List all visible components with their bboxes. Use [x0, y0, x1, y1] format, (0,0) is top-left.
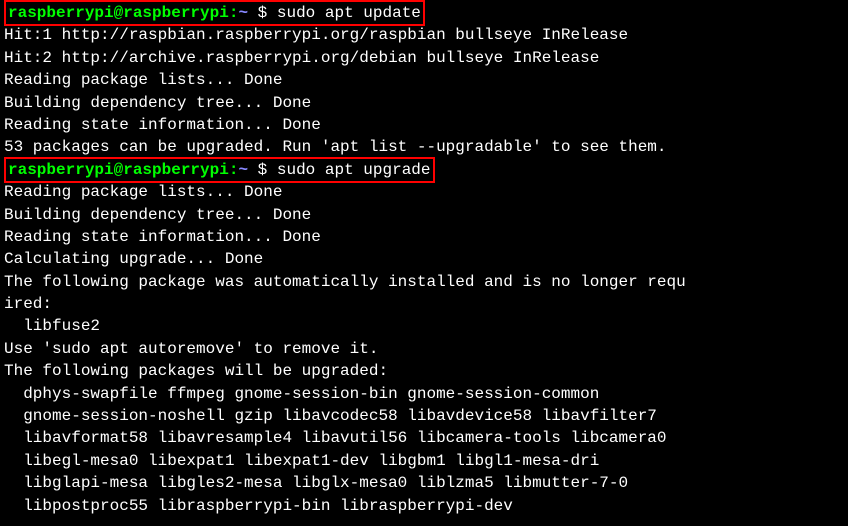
command-line-2: raspberrypi@raspberrypi:~ $ sudo apt upg…: [4, 159, 844, 181]
prompt-user: raspberrypi@raspberrypi: [8, 4, 229, 22]
output-line: Calculating upgrade... Done: [4, 248, 844, 270]
output-line: Reading package lists... Done: [4, 69, 844, 91]
output-line: Reading state information... Done: [4, 226, 844, 248]
output-line: libglapi-mesa libgles2-mesa libglx-mesa0…: [4, 472, 844, 494]
output-line: Hit:2 http://archive.raspberrypi.org/deb…: [4, 47, 844, 69]
prompt-dollar: $: [248, 161, 277, 179]
output-line: Building dependency tree... Done: [4, 204, 844, 226]
output-line: libfuse2: [4, 315, 844, 337]
highlight-box-1: raspberrypi@raspberrypi:~ $ sudo apt upd…: [4, 0, 425, 26]
prompt-separator: :: [229, 161, 239, 179]
output-line: libavformat58 libavresample4 libavutil56…: [4, 427, 844, 449]
output-line: The following packages will be upgraded:: [4, 360, 844, 382]
command-text[interactable]: sudo apt update: [277, 4, 421, 22]
prompt-dollar: $: [248, 4, 277, 22]
command-line-1: raspberrypi@raspberrypi:~ $ sudo apt upd…: [4, 2, 844, 24]
output-line: gnome-session-noshell gzip libavcodec58 …: [4, 405, 844, 427]
output-line: libegl-mesa0 libexpat1 libexpat1-dev lib…: [4, 450, 844, 472]
prompt-user: raspberrypi@raspberrypi: [8, 161, 229, 179]
highlight-box-2: raspberrypi@raspberrypi:~ $ sudo apt upg…: [4, 157, 435, 183]
output-line: Building dependency tree... Done: [4, 92, 844, 114]
output-line: The following package was automatically …: [4, 271, 844, 293]
output-line: dphys-swapfile ffmpeg gnome-session-bin …: [4, 383, 844, 405]
output-line: Use 'sudo apt autoremove' to remove it.: [4, 338, 844, 360]
prompt-path: ~: [238, 4, 248, 22]
output-line: 53 packages can be upgraded. Run 'apt li…: [4, 136, 844, 158]
output-line: Reading package lists... Done: [4, 181, 844, 203]
command-text[interactable]: sudo apt upgrade: [277, 161, 431, 179]
output-line: libpostproc55 libraspberrypi-bin librasp…: [4, 495, 844, 517]
terminal-window: raspberrypi@raspberrypi:~ $ sudo apt upd…: [0, 0, 848, 519]
output-line: ired:: [4, 293, 844, 315]
prompt-separator: :: [229, 4, 239, 22]
prompt-path: ~: [238, 161, 248, 179]
output-line: Reading state information... Done: [4, 114, 844, 136]
output-line: Hit:1 http://raspbian.raspberrypi.org/ra…: [4, 24, 844, 46]
